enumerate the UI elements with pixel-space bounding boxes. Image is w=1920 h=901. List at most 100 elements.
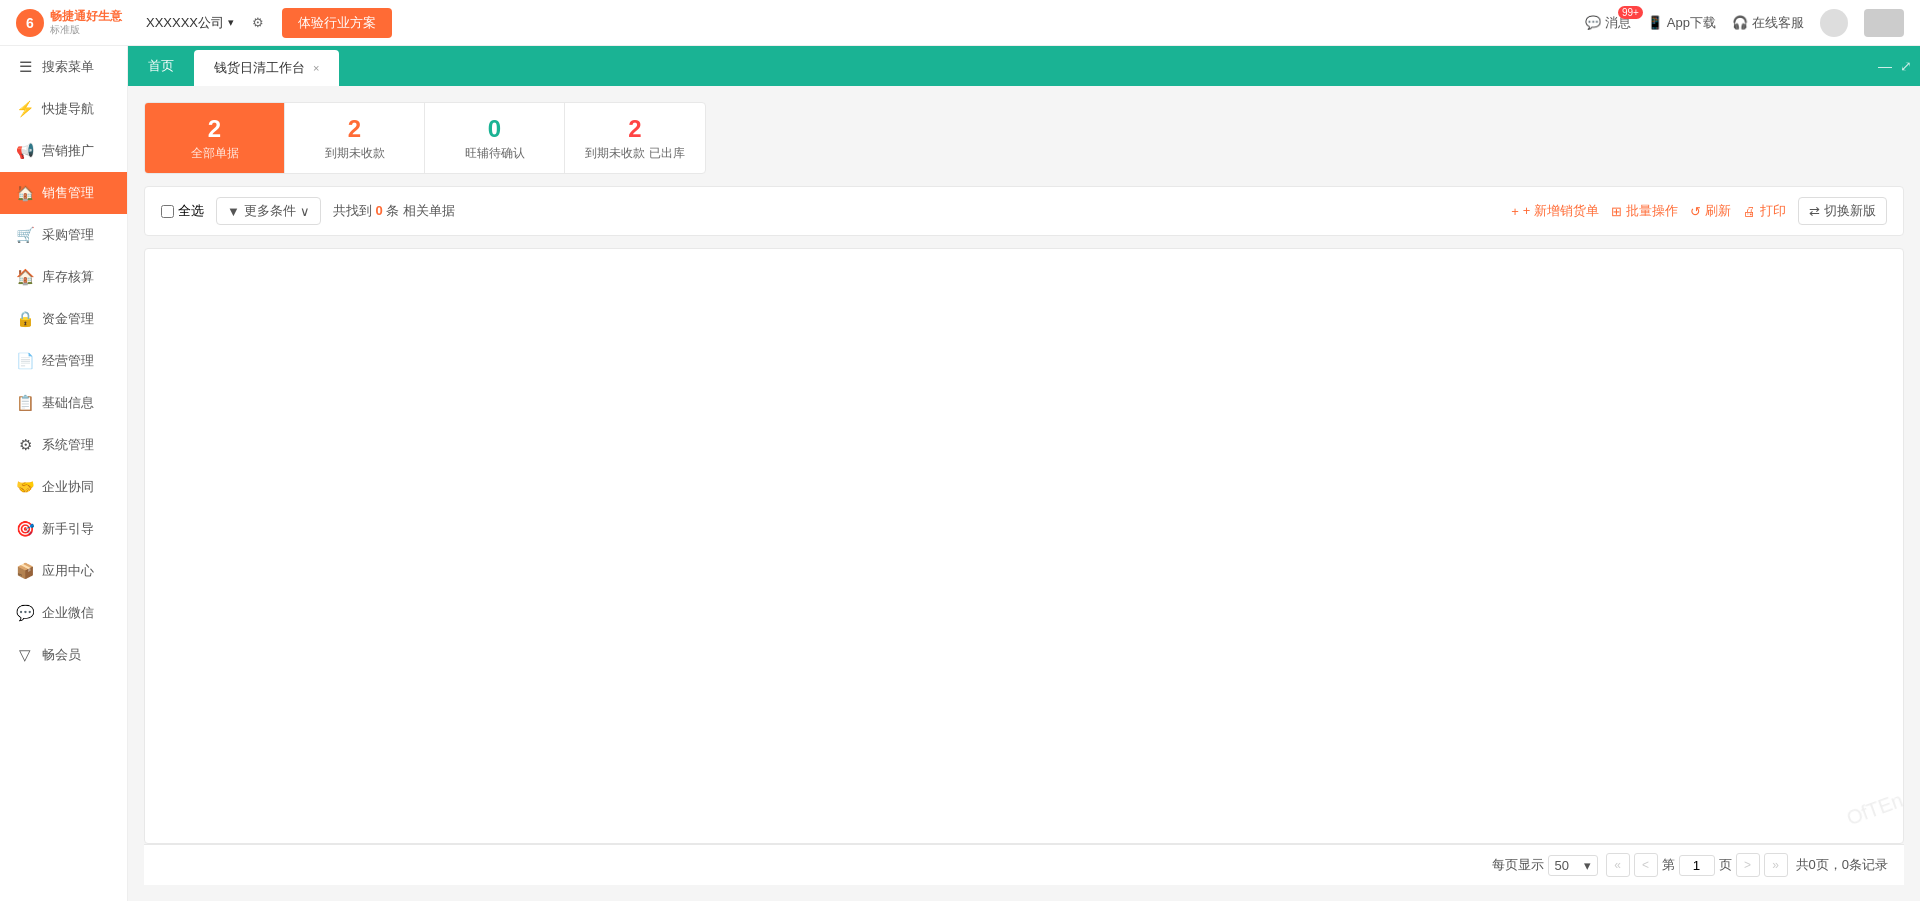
card-number-all: 2: [161, 115, 268, 144]
tab-bar: 首页 钱货日清工作台 × — ⤢: [128, 46, 1920, 86]
sidebar-item-basic-info[interactable]: 📋 基础信息: [0, 382, 127, 424]
sidebar-item-enterprise-wechat[interactable]: 💬 企业微信: [0, 592, 127, 634]
quick-nav-icon: ⚡: [16, 100, 34, 118]
result-suffix: 条 相关单据: [386, 203, 455, 218]
summary-card-all[interactable]: 2 全部单据: [145, 103, 285, 173]
logo-area: 6 畅捷通好生意 标准版: [16, 9, 136, 37]
avatar[interactable]: [1820, 9, 1848, 37]
app-download-nav-item[interactable]: 📱 App下载: [1647, 14, 1716, 32]
inventory-icon: 🏠: [16, 268, 34, 286]
sidebar-label-enterprise-wechat: 企业微信: [42, 604, 94, 622]
sidebar-item-system-mgmt[interactable]: ⚙ 系统管理: [0, 424, 127, 466]
select-all-checkbox[interactable]: [161, 205, 174, 218]
select-all-label: 全选: [178, 202, 204, 220]
page-size-value: 50: [1555, 858, 1569, 873]
main-layout: ☰ 搜索菜单 ⚡ 快捷导航 📢 营销推广 🏠 销售管理 🛒 采购管理 🏠 库存核…: [0, 46, 1920, 901]
table-area: [144, 248, 1904, 844]
print-icon: 🖨: [1743, 204, 1756, 219]
sidebar-item-finance[interactable]: 🔒 资金管理: [0, 298, 127, 340]
sidebar-label-new-user-guide: 新手引导: [42, 520, 94, 538]
refresh-label: 刷新: [1705, 202, 1731, 220]
sidebar-label-app-center: 应用中心: [42, 562, 94, 580]
app-center-icon: 📦: [16, 562, 34, 580]
tab-home[interactable]: 首页: [128, 46, 194, 86]
next-page-button[interactable]: >: [1736, 853, 1760, 877]
summary-card-overdue-out[interactable]: 2 到期未收款 已出库: [565, 103, 705, 173]
sidebar-item-marketing[interactable]: 📢 营销推广: [0, 130, 127, 172]
batch-label: 批量操作: [1626, 202, 1678, 220]
message-nav-item[interactable]: 💬 消息 99+: [1585, 14, 1631, 32]
refresh-icon: ↺: [1690, 204, 1701, 219]
first-page-button[interactable]: «: [1606, 853, 1630, 877]
sidebar-item-inventory[interactable]: 🏠 库存核算: [0, 256, 127, 298]
online-service-nav-item[interactable]: 🎧 在线客服: [1732, 14, 1804, 32]
prev-page-button[interactable]: <: [1634, 853, 1658, 877]
tab-minimize-icon[interactable]: —: [1878, 58, 1892, 74]
filter-label: 更多条件: [244, 202, 296, 220]
tab-bar-actions: — ⤢: [1878, 58, 1920, 74]
sidebar-item-business-mgmt[interactable]: 📄 经营管理: [0, 340, 127, 382]
company-name: XXXXXX公司: [146, 14, 224, 32]
current-page-input[interactable]: [1679, 855, 1715, 876]
sidebar-item-enterprise-coop[interactable]: 🤝 企业协同: [0, 466, 127, 508]
tab-close-icon[interactable]: ×: [313, 62, 319, 74]
page-size-selector: 每页显示 50 ▾: [1492, 855, 1598, 876]
summary-card-wangpu[interactable]: 0 旺辅待确认: [425, 103, 565, 173]
sidebar-item-app-center[interactable]: 📦 应用中心: [0, 550, 127, 592]
pagination: 每页显示 50 ▾ « < 第 页 > » 共0页，0条记录: [144, 844, 1904, 885]
tab-active[interactable]: 钱货日清工作台 ×: [194, 50, 339, 86]
sidebar-label-quick-nav: 快捷导航: [42, 100, 94, 118]
batch-operation-button[interactable]: ⊞ 批量操作: [1611, 202, 1678, 220]
sidebar-item-sales-mgmt[interactable]: 🏠 销售管理: [0, 172, 127, 214]
add-sales-order-button[interactable]: + + 新增销货单: [1511, 202, 1599, 220]
last-page-button[interactable]: »: [1764, 853, 1788, 877]
batch-icon: ⊞: [1611, 204, 1622, 219]
sidebar-label-enterprise-coop: 企业协同: [42, 478, 94, 496]
sidebar-item-search-menu[interactable]: ☰ 搜索菜单: [0, 46, 127, 88]
card-label-all: 全部单据: [161, 146, 268, 162]
dropdown-arrow-icon: ▾: [228, 16, 234, 29]
summary-cards: 2 全部单据 2 到期未收款 0 旺辅待确认 2 到期未收款 已出库: [144, 102, 706, 174]
user-name-area[interactable]: [1864, 9, 1904, 37]
page-size-dropdown-icon: ▾: [1584, 858, 1591, 873]
toolbar: 全选 ▼ 更多条件 ∨ 共找到 0 条 相关单据 +: [144, 186, 1904, 236]
page-suffix: 页: [1719, 856, 1732, 874]
switch-new-version-button[interactable]: ⇄ 切换新版: [1798, 197, 1887, 225]
filter-icon: ▼: [227, 204, 240, 219]
sidebar-item-purchase-mgmt[interactable]: 🛒 采购管理: [0, 214, 127, 256]
result-prefix: 共找到: [333, 203, 372, 218]
sidebar-item-vip[interactable]: ▽ 畅会员: [0, 634, 127, 676]
print-label: 打印: [1760, 202, 1786, 220]
sidebar-item-quick-nav[interactable]: ⚡ 快捷导航: [0, 88, 127, 130]
refresh-button[interactable]: ↺ 刷新: [1690, 202, 1731, 220]
page-content: 2 全部单据 2 到期未收款 0 旺辅待确认 2 到期未收款 已出库: [128, 86, 1920, 901]
sidebar-label-vip: 畅会员: [42, 646, 81, 664]
page-size-input[interactable]: 50 ▾: [1548, 855, 1598, 876]
sidebar-item-new-user-guide[interactable]: 🎯 新手引导: [0, 508, 127, 550]
filter-arrow-icon: ∨: [300, 204, 310, 219]
sidebar-label-basic-info: 基础信息: [42, 394, 94, 412]
card-label-overdue-out: 到期未收款 已出库: [581, 146, 689, 162]
settings-icon[interactable]: ⚙: [244, 9, 272, 37]
select-all-checkbox-area[interactable]: 全选: [161, 202, 204, 220]
sidebar-label-sales-mgmt: 销售管理: [42, 184, 94, 202]
tab-home-label: 首页: [148, 57, 174, 75]
summary-card-overdue[interactable]: 2 到期未收款: [285, 103, 425, 173]
app-download-icon: 📱: [1647, 15, 1663, 30]
company-selector[interactable]: XXXXXX公司 ▾: [146, 14, 234, 32]
add-icon: +: [1511, 204, 1519, 219]
new-user-guide-icon: 🎯: [16, 520, 34, 538]
logo-text: 畅捷通好生意 标准版: [50, 9, 122, 35]
print-button[interactable]: 🖨 打印: [1743, 202, 1786, 220]
tab-expand-icon[interactable]: ⤢: [1900, 58, 1912, 74]
card-number-wangpu: 0: [441, 115, 548, 144]
filter-button[interactable]: ▼ 更多条件 ∨: [216, 197, 321, 225]
sidebar-label-purchase-mgmt: 采购管理: [42, 226, 94, 244]
result-text: 共找到 0 条 相关单据: [333, 202, 455, 220]
page-size-label: 每页显示: [1492, 856, 1544, 874]
online-service-label: 在线客服: [1752, 14, 1804, 32]
top-nav-right: 💬 消息 99+ 📱 App下载 🎧 在线客服: [1585, 9, 1904, 37]
top-nav-left: 6 畅捷通好生意 标准版 XXXXXX公司 ▾ ⚙ 体验行业方案: [16, 8, 392, 38]
trial-button[interactable]: 体验行业方案: [282, 8, 392, 38]
marketing-icon: 📢: [16, 142, 34, 160]
